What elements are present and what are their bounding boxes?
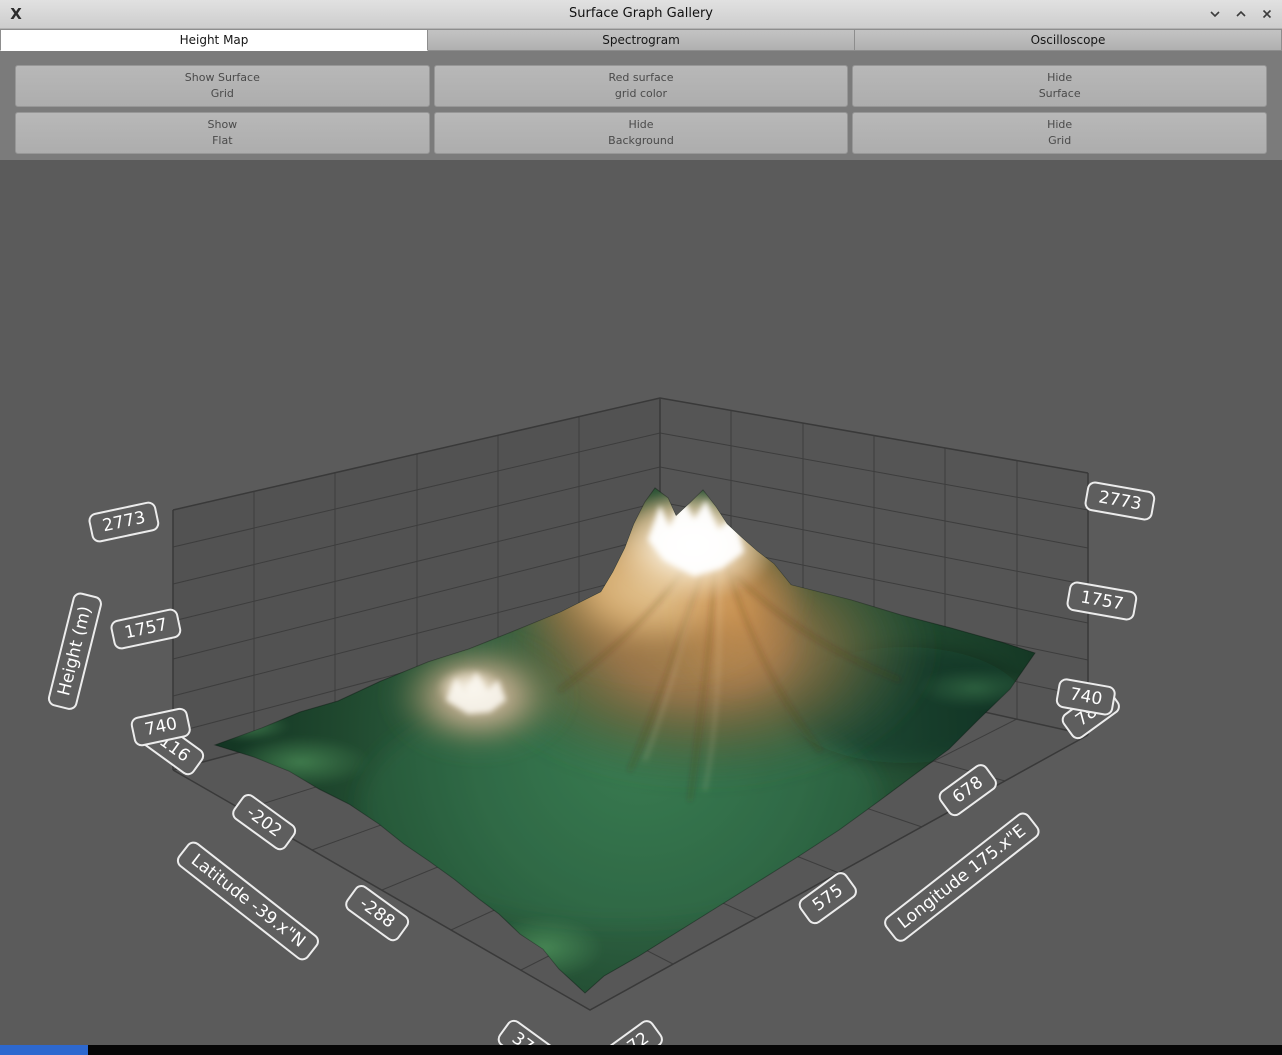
titlebar[interactable]: X Surface Graph Gallery [0,0,1282,29]
maximize-button[interactable] [1234,7,1248,21]
red-surface-grid-color-button[interactable]: Red surface grid color [434,65,849,107]
button-label-line: Hide [628,117,653,133]
shade-button[interactable] [1208,7,1222,21]
hide-surface-button[interactable]: Hide Surface [852,65,1267,107]
button-label-line: grid color [615,86,667,102]
button-label-line: Show Surface [185,70,260,86]
button-label-line: Show [207,117,237,133]
control-panel: Show Surface Grid Red surface grid color… [0,51,1282,160]
tab-oscilloscope[interactable]: Oscilloscope [855,29,1282,51]
tab-height-map[interactable]: Height Map [0,29,428,51]
x11-logo-icon: X [8,5,24,23]
button-label-line: Hide [1047,70,1072,86]
show-surface-grid-button[interactable]: Show Surface Grid [15,65,430,107]
chevron-down-icon [1209,8,1221,20]
hide-grid-button[interactable]: Hide Grid [852,112,1267,154]
chevron-up-icon [1235,8,1247,20]
window-title: Surface Graph Gallery [0,0,1282,28]
button-label-line: Flat [212,133,232,149]
show-flat-button[interactable]: Show Flat [15,112,430,154]
button-label-line: Grid [1048,133,1071,149]
close-icon [1261,8,1273,20]
button-label-line: Red surface [608,70,673,86]
tab-bar: Height Map Spectrogram Oscilloscope [0,29,1282,51]
app-window: X Surface Graph Gallery Height M [0,0,1282,1055]
close-button[interactable] [1260,7,1274,21]
surface-plot-viewport[interactable]: -116 2773 1757 740 Height (m) 781 2773 1… [0,160,1282,1045]
button-label-line: Grid [211,86,234,102]
button-label-line: Surface [1039,86,1081,102]
hide-background-button[interactable]: Hide Background [434,112,849,154]
bottom-bar [0,1045,1282,1055]
button-label-line: Hide [1047,117,1072,133]
window-controls [1208,0,1274,28]
tab-spectrogram[interactable]: Spectrogram [428,29,855,51]
button-label-line: Background [608,133,674,149]
taskbar-fragment [0,1045,88,1055]
